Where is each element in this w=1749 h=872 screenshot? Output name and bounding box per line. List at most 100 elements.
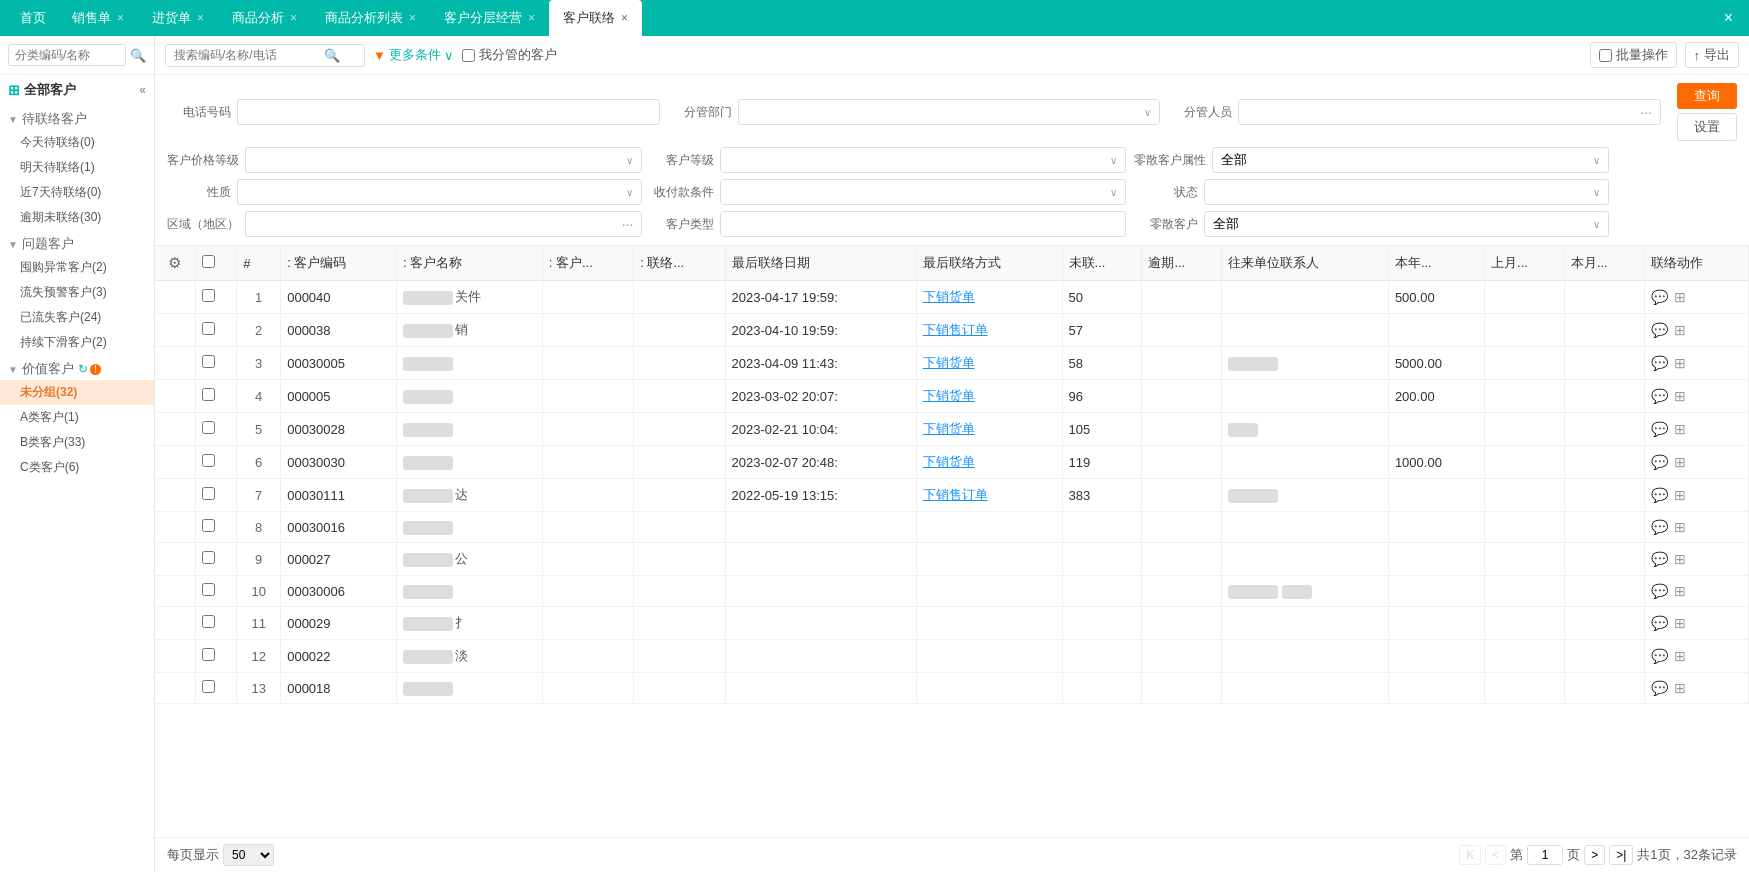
export-btn[interactable]: ↑ 导出 [1685, 42, 1740, 68]
settings-icon[interactable]: ⚙ [168, 254, 181, 271]
refresh-icon[interactable]: ↻ [78, 362, 88, 376]
chat-icon[interactable]: 💬 [1651, 615, 1668, 631]
sidebar-item-class-a[interactable]: A类客户(1) [0, 405, 154, 430]
chat-icon[interactable]: 💬 [1651, 454, 1668, 470]
grid-action-icon[interactable]: ⊞ [1674, 289, 1686, 305]
select-all-checkbox[interactable] [202, 255, 215, 268]
manager-input[interactable]: ··· [1238, 99, 1661, 125]
grid-action-icon[interactable]: ⊞ [1674, 322, 1686, 338]
sidebar-item-abnormal[interactable]: 囤购异常客户(2) [0, 255, 154, 280]
grid-action-icon[interactable]: ⊞ [1674, 551, 1686, 567]
row-checkbox[interactable] [202, 454, 215, 467]
sidebar-item-ungrouped[interactable]: 未分组(32) [0, 380, 154, 405]
col-last-date[interactable]: 最后联络日期 [725, 246, 916, 281]
reset-btn[interactable]: 设置 [1677, 113, 1737, 141]
row-checkbox[interactable] [202, 487, 215, 500]
col-unit-contact[interactable]: 往来单位联系人 [1222, 246, 1389, 281]
close-customer-mgmt-tab[interactable]: × [528, 11, 535, 25]
chat-icon[interactable]: 💬 [1651, 322, 1668, 338]
col-last-method[interactable]: 最后联络方式 [916, 246, 1062, 281]
first-page-btn[interactable]: K [1459, 845, 1481, 865]
chat-icon[interactable]: 💬 [1651, 487, 1668, 503]
cell-checkbox[interactable] [195, 314, 237, 347]
grid-action-icon[interactable]: ⊞ [1674, 583, 1686, 599]
chat-icon[interactable]: 💬 [1651, 289, 1668, 305]
page-input[interactable] [1527, 845, 1563, 865]
tab-sales[interactable]: 销售单 × [58, 0, 138, 36]
sidebar-group-value[interactable]: ▼ 价值客户 ↻ ! [0, 355, 154, 380]
col-last-month[interactable]: 上月... [1485, 246, 1565, 281]
region-input[interactable]: ··· [245, 211, 642, 237]
grid-action-icon[interactable]: ⊞ [1674, 615, 1686, 631]
cell-checkbox[interactable] [195, 347, 237, 380]
tab-product-list[interactable]: 商品分析列表 × [311, 0, 430, 36]
tab-customer-contact[interactable]: 客户联络 × [549, 0, 642, 36]
cell-checkbox[interactable] [195, 446, 237, 479]
customer-level-select[interactable]: ∨ [720, 147, 1125, 173]
close-purchase-tab[interactable]: × [197, 11, 204, 25]
cell-checkbox[interactable] [195, 607, 237, 640]
chat-icon[interactable]: 💬 [1651, 680, 1668, 696]
next-page-btn[interactable]: > [1584, 845, 1605, 865]
col-name[interactable]: : 客户名称 [396, 246, 542, 281]
batch-checkbox[interactable] [1599, 49, 1612, 62]
grid-action-icon[interactable]: ⊞ [1674, 487, 1686, 503]
col-checkbox[interactable] [195, 246, 237, 281]
status-select[interactable]: ∨ [1204, 179, 1609, 205]
close-product-analysis-tab[interactable]: × [290, 11, 297, 25]
home-tab[interactable]: 首页 [8, 0, 58, 36]
grid-action-icon[interactable]: ⊞ [1674, 355, 1686, 371]
sidebar-search-icon[interactable]: 🔍 [130, 48, 146, 63]
price-level-select[interactable]: ∨ [245, 147, 642, 173]
row-checkbox[interactable] [202, 648, 215, 661]
sidebar-group-pending[interactable]: ▼ 待联络客户 [0, 105, 154, 130]
nature-select[interactable]: ∨ [237, 179, 642, 205]
grid-action-icon[interactable]: ⊞ [1674, 680, 1686, 696]
payment-select[interactable]: ∨ [720, 179, 1125, 205]
sidebar-item-today[interactable]: 今天待联络(0) [0, 130, 154, 155]
sidebar-item-lost[interactable]: 已流失客户(24) [0, 305, 154, 330]
grid-action-icon[interactable]: ⊞ [1674, 388, 1686, 404]
col-this-month[interactable]: 本月... [1564, 246, 1644, 281]
batch-op-btn[interactable]: 批量操作 [1590, 42, 1677, 68]
col-type[interactable]: : 客户... [542, 246, 633, 281]
filter-search-input[interactable] [174, 48, 324, 62]
search-btn[interactable]: 查询 [1677, 83, 1737, 109]
my-customers-filter[interactable]: 我分管的客户 [462, 46, 557, 64]
sidebar-item-tomorrow[interactable]: 明天待联络(1) [0, 155, 154, 180]
sidebar-item-overdue[interactable]: 逾期未联络(30) [0, 205, 154, 230]
chat-icon[interactable]: 💬 [1651, 355, 1668, 371]
chat-icon[interactable]: 💬 [1651, 421, 1668, 437]
col-overdue[interactable]: 逾期... [1142, 246, 1222, 281]
cell-checkbox[interactable] [195, 479, 237, 512]
tab-product-analysis[interactable]: 商品分析 × [218, 0, 311, 36]
grid-action-icon[interactable]: ⊞ [1674, 648, 1686, 664]
cell-checkbox[interactable] [195, 576, 237, 607]
sidebar-item-declining[interactable]: 持续下滑客户(2) [0, 330, 154, 355]
sidebar-collapse-icon[interactable]: « [139, 83, 146, 97]
grid-action-icon[interactable]: ⊞ [1674, 421, 1686, 437]
row-checkbox[interactable] [202, 615, 215, 628]
dept-select[interactable]: ∨ [738, 99, 1161, 125]
close-sales-tab[interactable]: × [117, 11, 124, 25]
chat-icon[interactable]: 💬 [1651, 388, 1668, 404]
row-checkbox[interactable] [202, 421, 215, 434]
col-contact[interactable]: : 联络... [634, 246, 725, 281]
per-page-select[interactable]: 50 100 200 [223, 844, 274, 866]
row-checkbox[interactable] [202, 583, 215, 596]
retail-customer-select[interactable]: 全部∨ [1204, 211, 1609, 237]
cell-checkbox[interactable] [195, 380, 237, 413]
col-action[interactable]: 联络动作 [1644, 246, 1748, 281]
col-uncontacted[interactable]: 未联... [1062, 246, 1142, 281]
close-customer-contact-tab[interactable]: × [621, 11, 628, 25]
col-settings[interactable]: ⚙ [155, 246, 195, 281]
sidebar-item-7days[interactable]: 近7天待联络(0) [0, 180, 154, 205]
row-checkbox[interactable] [202, 388, 215, 401]
grid-action-icon[interactable]: ⊞ [1674, 454, 1686, 470]
chat-icon[interactable]: 💬 [1651, 583, 1668, 599]
chat-icon[interactable]: 💬 [1651, 519, 1668, 535]
cell-checkbox[interactable] [195, 413, 237, 446]
prev-page-btn[interactable]: < [1485, 845, 1506, 865]
row-checkbox[interactable] [202, 355, 215, 368]
cell-checkbox[interactable] [195, 673, 237, 704]
